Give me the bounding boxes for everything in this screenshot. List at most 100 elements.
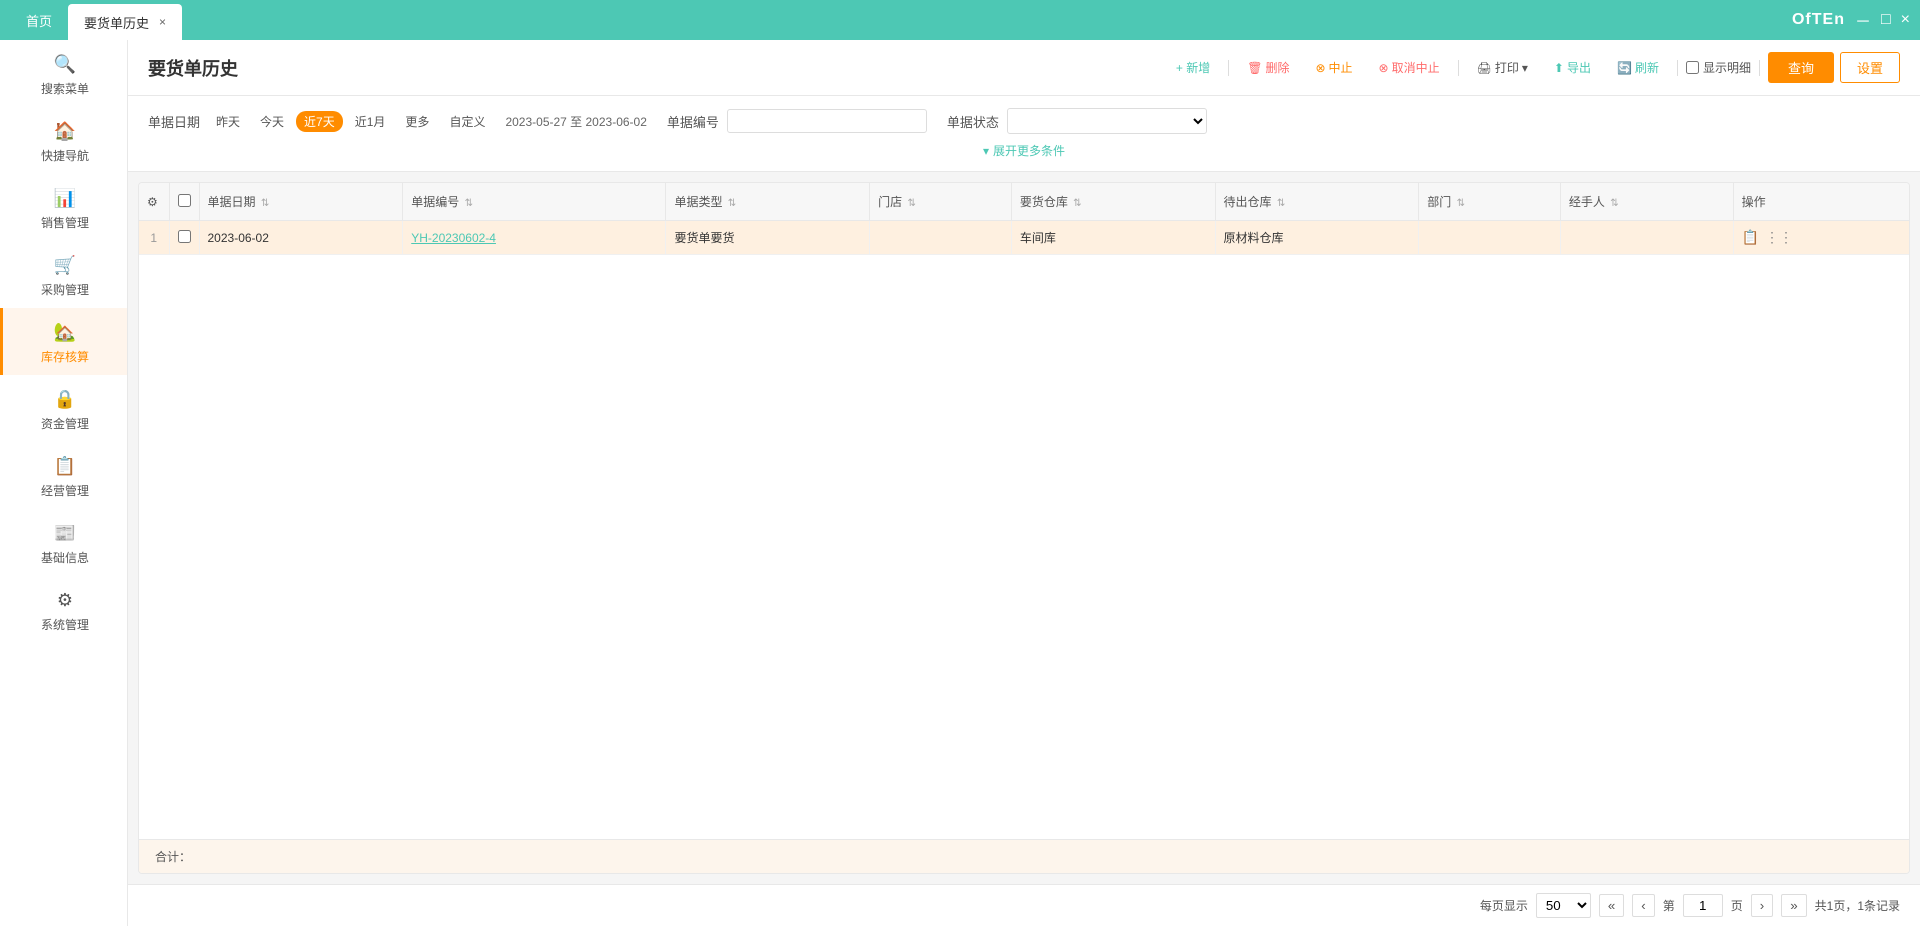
current-page-input[interactable]: [1683, 894, 1723, 917]
docno-sort-icon[interactable]: ⇅: [465, 198, 473, 209]
purchase-icon: 🛒: [54, 255, 76, 276]
close-btn[interactable]: ×: [1901, 11, 1910, 29]
next-page-btn[interactable]: ›: [1751, 894, 1773, 917]
table-footer: 合计：: [139, 839, 1909, 873]
tab-history[interactable]: 要货单历史 ×: [68, 4, 182, 40]
export-label: 导出: [1567, 59, 1591, 76]
search-icon: 🔍: [54, 54, 76, 75]
refresh-icon: 🔄: [1617, 61, 1632, 75]
pagination: 每页显示 50 10 20 100 « ‹ 第 页 › » 共1页，1条记录: [128, 884, 1920, 926]
docno-input[interactable]: [727, 109, 927, 133]
expand-icon: ▾: [983, 144, 989, 158]
sidebar-item-operations[interactable]: 📋 经营管理: [0, 442, 127, 509]
refresh-label: 刷新: [1635, 59, 1659, 76]
row-handler: [1560, 221, 1733, 255]
export-icon: ⬆: [1554, 61, 1564, 75]
docno-filter-group: 单据编号: [667, 109, 927, 133]
show-detail-label: 显示明细: [1703, 59, 1751, 76]
total-info: 共1页，1条记录: [1815, 897, 1900, 914]
operations-icon: 📋: [54, 456, 76, 477]
print-button[interactable]: 🖨 打印 ▾: [1467, 54, 1538, 81]
prev-page-btn[interactable]: ‹: [1632, 894, 1654, 917]
page-label: 第: [1663, 897, 1675, 914]
col-pendingwarehouse: 待出仓库 ⇅: [1215, 183, 1419, 221]
per-page-select[interactable]: 50 10 20 100: [1536, 893, 1591, 918]
top-bar: 首页 要货单历史 × OfTEn － □ ×: [0, 0, 1920, 40]
col-settings[interactable]: ⚙: [139, 183, 169, 221]
docno-label: 单据编号: [667, 112, 719, 131]
table-header: ⚙ 单据日期 ⇅ 单据编号 ⇅ 单据类型: [139, 183, 1909, 221]
sidebar-item-system[interactable]: ⚙ 系统管理: [0, 576, 127, 643]
docno-link[interactable]: YH-20230602-4: [411, 231, 496, 245]
sidebar-item-purchase[interactable]: 🛒 采购管理: [0, 241, 127, 308]
shortcut-more[interactable]: 更多: [397, 111, 437, 132]
row-checkbox-cell: [169, 221, 199, 255]
col-reqwarehouse: 要货仓库 ⇅: [1011, 183, 1215, 221]
op-icons: 📋 ⋮⋮: [1742, 229, 1901, 246]
header-actions: + 新增 🗑 删除 ⊗ 中止 ⊗ 取消中止 🖨 打印: [1166, 52, 1900, 83]
select-all-checkbox[interactable]: [178, 194, 191, 207]
shortcut-today[interactable]: 今天: [252, 111, 292, 132]
row-date: 2023-06-02: [199, 221, 403, 255]
first-page-btn[interactable]: «: [1599, 894, 1624, 917]
refresh-button[interactable]: 🔄 刷新: [1607, 54, 1669, 81]
sidebar-item-inventory[interactable]: 🏡 库存核算: [0, 308, 127, 375]
system-icon: ⚙: [57, 590, 73, 611]
store-sort-icon[interactable]: ⇅: [908, 198, 916, 209]
filter-bar: 单据日期 昨天 今天 近7天 近1月 更多 自定义 2023-05-27 至 2…: [128, 96, 1920, 172]
tab-close-icon[interactable]: ×: [159, 15, 166, 29]
row-actions: 📋 ⋮⋮: [1733, 221, 1909, 255]
tab-home[interactable]: 首页: [10, 0, 68, 40]
reqwh-sort-icon[interactable]: ⇅: [1073, 198, 1081, 209]
sidebar-label-operations: 经营管理: [41, 482, 89, 499]
minimize-btn[interactable]: －: [1855, 8, 1871, 32]
expand-more-btn[interactable]: ▾ 展开更多条件: [148, 142, 1900, 159]
shortcut-yesterday[interactable]: 昨天: [208, 111, 248, 132]
sidebar-item-basic[interactable]: 📰 基础信息: [0, 509, 127, 576]
table-row[interactable]: 1 2023-06-02 YH-20230602-4 要货单要货 车间库 原材料…: [139, 221, 1909, 255]
finance-icon: 🔒: [54, 389, 76, 410]
pendingwh-sort-icon[interactable]: ⇅: [1277, 198, 1285, 209]
sidebar: 🔍 搜索菜单 🏠 快捷导航 📊 销售管理 🛒 采购管理 🏡 库存核算 🔒 资金管…: [0, 40, 128, 926]
row-docno: YH-20230602-4: [403, 221, 666, 255]
sidebar-item-quicknav[interactable]: 🏠 快捷导航: [0, 107, 127, 174]
cancel-stop-button[interactable]: ⊗ 取消中止: [1369, 54, 1450, 81]
sidebar-item-search[interactable]: 🔍 搜索菜单: [0, 40, 127, 107]
table-container: ⚙ 单据日期 ⇅ 单据编号 ⇅ 单据类型: [138, 182, 1910, 874]
maximize-btn[interactable]: □: [1881, 11, 1891, 29]
handler-sort-icon[interactable]: ⇅: [1610, 198, 1618, 209]
more-op-icon[interactable]: ⋮⋮: [1765, 229, 1793, 246]
edit-op-icon[interactable]: 📋: [1742, 229, 1759, 246]
settings-button[interactable]: 设置: [1840, 52, 1900, 83]
row-pendingwarehouse: 原材料仓库: [1215, 221, 1419, 255]
show-detail-toggle[interactable]: 显示明细: [1686, 59, 1751, 76]
sidebar-item-sales[interactable]: 📊 销售管理: [0, 174, 127, 241]
per-page-label: 每页显示: [1480, 897, 1528, 914]
export-button[interactable]: ⬆ 导出: [1544, 54, 1601, 81]
row-checkbox[interactable]: [178, 230, 191, 243]
dept-sort-icon[interactable]: ⇅: [1457, 198, 1465, 209]
shortcut-custom[interactable]: 自定义: [441, 111, 493, 132]
shortcut-7days[interactable]: 近7天: [296, 111, 343, 132]
last-page-btn[interactable]: »: [1781, 894, 1806, 917]
new-button[interactable]: + 新增: [1166, 54, 1220, 81]
doctype-sort-icon[interactable]: ⇅: [728, 198, 736, 209]
sidebar-label-finance: 资金管理: [41, 415, 89, 432]
status-select[interactable]: [1007, 108, 1207, 134]
stop-button[interactable]: ⊗ 中止: [1305, 54, 1362, 81]
page-title: 要货单历史: [148, 55, 238, 81]
show-detail-checkbox[interactable]: [1686, 61, 1699, 74]
query-button[interactable]: 查询: [1768, 52, 1834, 83]
content-area: 要货单历史 + 新增 🗑 删除 ⊗ 中止 ⊗ 取消中止 🖨: [128, 40, 1920, 926]
delete-label: 删除: [1265, 59, 1289, 76]
delete-button[interactable]: 🗑 删除: [1237, 54, 1299, 81]
col-dept: 部门 ⇅: [1419, 183, 1561, 221]
date-shortcuts: 昨天 今天 近7天 近1月 更多 自定义: [208, 111, 493, 132]
status-label: 单据状态: [947, 112, 999, 131]
sidebar-label-inventory: 库存核算: [41, 348, 89, 365]
summary-label: 合计：: [155, 848, 191, 865]
date-sort-icon[interactable]: ⇅: [261, 198, 269, 209]
shortcut-1month[interactable]: 近1月: [347, 111, 394, 132]
sidebar-item-finance[interactable]: 🔒 资金管理: [0, 375, 127, 442]
page-header: 要货单历史 + 新增 🗑 删除 ⊗ 中止 ⊗ 取消中止 🖨: [128, 40, 1920, 96]
